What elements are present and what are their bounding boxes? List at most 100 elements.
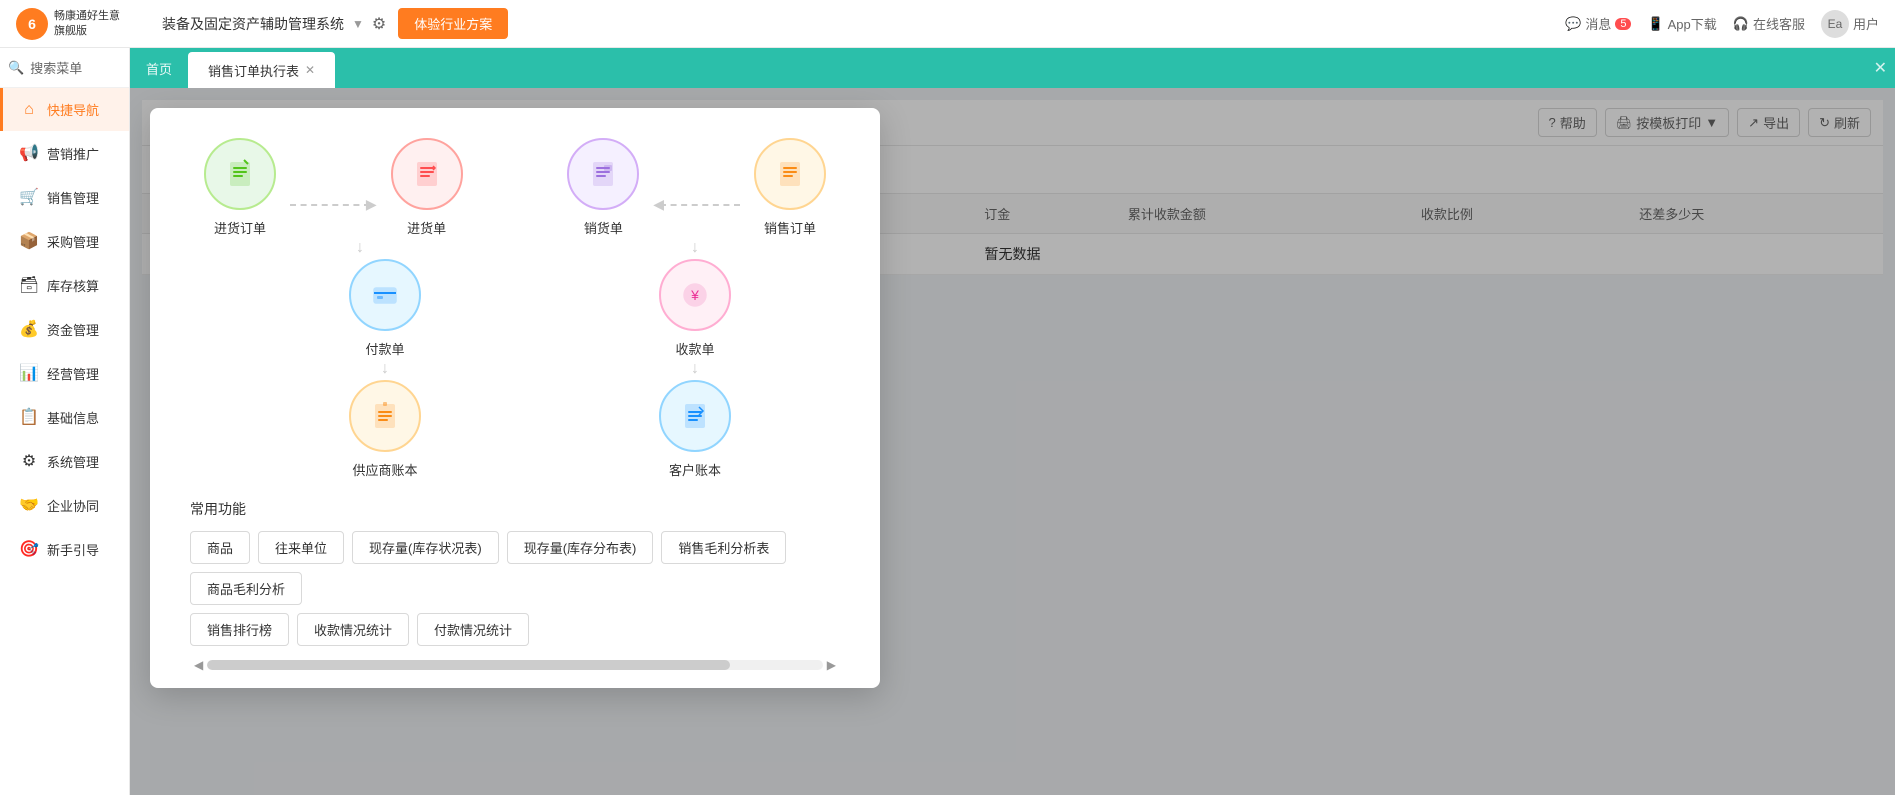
- purchase-order-label: 进货订单: [214, 218, 266, 237]
- supplier-account-label: 供应商账本: [352, 460, 417, 479]
- message-badge: 5: [1615, 18, 1631, 30]
- tab-home[interactable]: 首页: [130, 48, 188, 88]
- common-btn-sales-gross[interactable]: 销售毛利分析表: [661, 531, 786, 564]
- flow-node-purchase[interactable]: 进货单: [377, 138, 477, 237]
- flow-section: 进货订单 ▶: [190, 138, 840, 479]
- top-bar: 6 畅康通好生意 旗舰版 装备及固定资产辅助管理系统 ▼ ⚙ 体验行业方案 💬 …: [0, 0, 1895, 48]
- tab-close-icon[interactable]: ✕: [305, 63, 315, 77]
- sidebar-item-basic-info[interactable]: 📋 基础信息: [0, 395, 129, 439]
- basic-info-icon: 📋: [19, 407, 39, 427]
- inventory-icon: 🗃: [19, 275, 39, 295]
- purchase-circle[interactable]: [391, 138, 463, 210]
- common-btn-receipt-stats[interactable]: 收款情况统计: [297, 613, 409, 646]
- tab-sales-order-exec[interactable]: 销售订单执行表 ✕: [188, 52, 335, 88]
- common-btns-row2: 销售排行榜 收款情况统计 付款情况统计: [190, 613, 840, 646]
- receipt-label: 收款单: [675, 339, 714, 358]
- phone-icon: 📱: [1647, 16, 1663, 32]
- svg-text:¥: ¥: [690, 287, 699, 303]
- guide-icon: 🎯: [19, 539, 39, 559]
- modal-overlay[interactable]: 进货订单 ▶: [130, 88, 1895, 795]
- common-btn-product-gross[interactable]: 商品毛利分析: [190, 572, 302, 605]
- supplier-account-circle[interactable]: [349, 380, 421, 452]
- customer-account-label: 客户账本: [669, 460, 721, 479]
- common-btn-stock-dist[interactable]: 现存量(库存分布表): [507, 531, 654, 564]
- finance-icon: 💰: [19, 319, 39, 339]
- sales-order-label: 销售订单: [764, 218, 816, 237]
- sidebar-item-sales[interactable]: 🛒 销售管理: [0, 175, 129, 219]
- common-section-title: 常用功能: [190, 499, 840, 519]
- common-btn-sales-rank[interactable]: 销售排行榜: [190, 613, 289, 646]
- gear-icon[interactable]: ⚙: [372, 14, 386, 34]
- message-icon: 💬: [1565, 16, 1581, 32]
- common-btn-payment-stats[interactable]: 付款情况统计: [417, 613, 529, 646]
- enterprise-icon: 🤝: [19, 495, 39, 515]
- user-action[interactable]: Ea 用户: [1821, 10, 1879, 38]
- payment-circle[interactable]: [349, 259, 421, 331]
- search-icon: 🔍: [8, 60, 24, 76]
- modal-body: 进货订单 ▶: [150, 108, 880, 688]
- sidebar-item-system[interactable]: ⚙ 系统管理: [0, 439, 129, 483]
- app-wrapper: 6 畅康通好生意 旗舰版 装备及固定资产辅助管理系统 ▼ ⚙ 体验行业方案 💬 …: [0, 0, 1895, 795]
- arrow-purchase-order-to-purchase: ▶: [290, 196, 377, 237]
- system-icon: ⚙: [19, 451, 39, 471]
- trial-button[interactable]: 体验行业方案: [398, 8, 508, 39]
- sidebar-item-guide[interactable]: 🎯 新手引导: [0, 527, 129, 571]
- system-title: 装备及固定资产辅助管理系统 ▼: [162, 14, 364, 34]
- sidebar-item-inventory[interactable]: 🗃 库存核算: [0, 263, 129, 307]
- sidebar-item-finance[interactable]: 💰 资金管理: [0, 307, 129, 351]
- sales-bill-label: 销货单: [584, 218, 623, 237]
- page-content: ? 帮助 🖨 按模板打印 ▼ ↗ 导出 ↻: [130, 88, 1895, 795]
- scroll-left-arrow[interactable]: ◀: [190, 658, 207, 672]
- sales-bill-circle[interactable]: [567, 138, 639, 210]
- flow-node-payment[interactable]: 付款单: [320, 259, 450, 358]
- home-icon: ⌂: [19, 101, 39, 119]
- sales-order-circle[interactable]: [754, 138, 826, 210]
- online-service-action[interactable]: 🎧 在线客服: [1733, 14, 1805, 33]
- common-btns-row1: 商品 往来单位 现存量(库存状况表) 现存量(库存分布表) 销售毛利分析表 商品…: [190, 531, 840, 605]
- flow-node-customer-account[interactable]: 客户账本: [630, 380, 760, 479]
- sidebar: 🔍 搜索菜单 ⌂ 快捷导航 📢 营销推广 🛒 销售管理 📦 采购管理 🗃: [0, 48, 130, 795]
- service-icon: 🎧: [1733, 16, 1749, 32]
- receipt-circle[interactable]: ¥: [659, 259, 731, 331]
- sidebar-item-operation[interactable]: 📊 经营管理: [0, 351, 129, 395]
- modal-scrollbar[interactable]: [207, 660, 823, 670]
- logo-icon: 6: [16, 8, 48, 40]
- operation-icon: 📊: [19, 363, 39, 383]
- flow-node-sales-bill[interactable]: 销货单: [553, 138, 653, 237]
- close-all-tabs[interactable]: ✕: [1874, 58, 1887, 78]
- marketing-icon: 📢: [19, 143, 39, 163]
- flow-node-receipt[interactable]: ¥ 收款单: [630, 259, 760, 358]
- common-btn-stock-status[interactable]: 现存量(库存状况表): [352, 531, 499, 564]
- sidebar-item-marketing[interactable]: 📢 营销推广: [0, 131, 129, 175]
- common-btn-partners[interactable]: 往来单位: [258, 531, 344, 564]
- content-area: 首页 销售订单执行表 ✕ ✕ ? 帮助: [130, 48, 1895, 795]
- arrow-sales-bill-down: ↓: [691, 239, 699, 257]
- search-menu[interactable]: 🔍 搜索菜单: [0, 48, 129, 88]
- top-actions: 💬 消息 5 📱 App下载 🎧 在线客服 Ea 用户: [1565, 10, 1879, 38]
- flow-node-purchase-order[interactable]: 进货订单: [190, 138, 290, 237]
- sidebar-item-purchase[interactable]: 📦 采购管理: [0, 219, 129, 263]
- logo-text: 畅康通好生意 旗舰版: [54, 9, 120, 38]
- tab-bar: 首页 销售订单执行表 ✕ ✕: [130, 48, 1895, 88]
- app-download-action[interactable]: 📱 App下载: [1647, 14, 1716, 33]
- logo-area: 6 畅康通好生意 旗舰版: [16, 8, 146, 40]
- flow-node-supplier-account[interactable]: 供应商账本: [320, 380, 450, 479]
- main-area: 🔍 搜索菜单 ⌂ 快捷导航 📢 营销推广 🛒 销售管理 📦 采购管理 🗃: [0, 48, 1895, 795]
- arrow-payment-down: ↓: [381, 360, 389, 378]
- modal-scrollbar-area: ◀ ▶: [190, 658, 840, 672]
- sidebar-item-quick-nav[interactable]: ⌂ 快捷导航: [0, 88, 129, 131]
- scroll-right-arrow[interactable]: ▶: [823, 658, 840, 672]
- arrow-receipt-down: ↓: [691, 360, 699, 378]
- arrow-sales-order-to-sales-bill: ◀: [653, 196, 740, 237]
- message-action[interactable]: 💬 消息 5: [1565, 14, 1631, 33]
- purchase-order-circle[interactable]: [204, 138, 276, 210]
- common-btn-product[interactable]: 商品: [190, 531, 250, 564]
- flow-node-sales-order[interactable]: 销售订单: [740, 138, 840, 237]
- payment-label: 付款单: [365, 339, 404, 358]
- common-section: 常用功能 商品 往来单位 现存量(库存状况表) 现存量(库存分布表) 销售毛利分…: [190, 499, 840, 646]
- sidebar-item-enterprise[interactable]: 🤝 企业协同: [0, 483, 129, 527]
- customer-account-circle[interactable]: [659, 380, 731, 452]
- sales-icon: 🛒: [19, 187, 39, 207]
- modal-dialog: 进货订单 ▶: [150, 108, 880, 688]
- system-dropdown-icon[interactable]: ▼: [352, 17, 364, 31]
